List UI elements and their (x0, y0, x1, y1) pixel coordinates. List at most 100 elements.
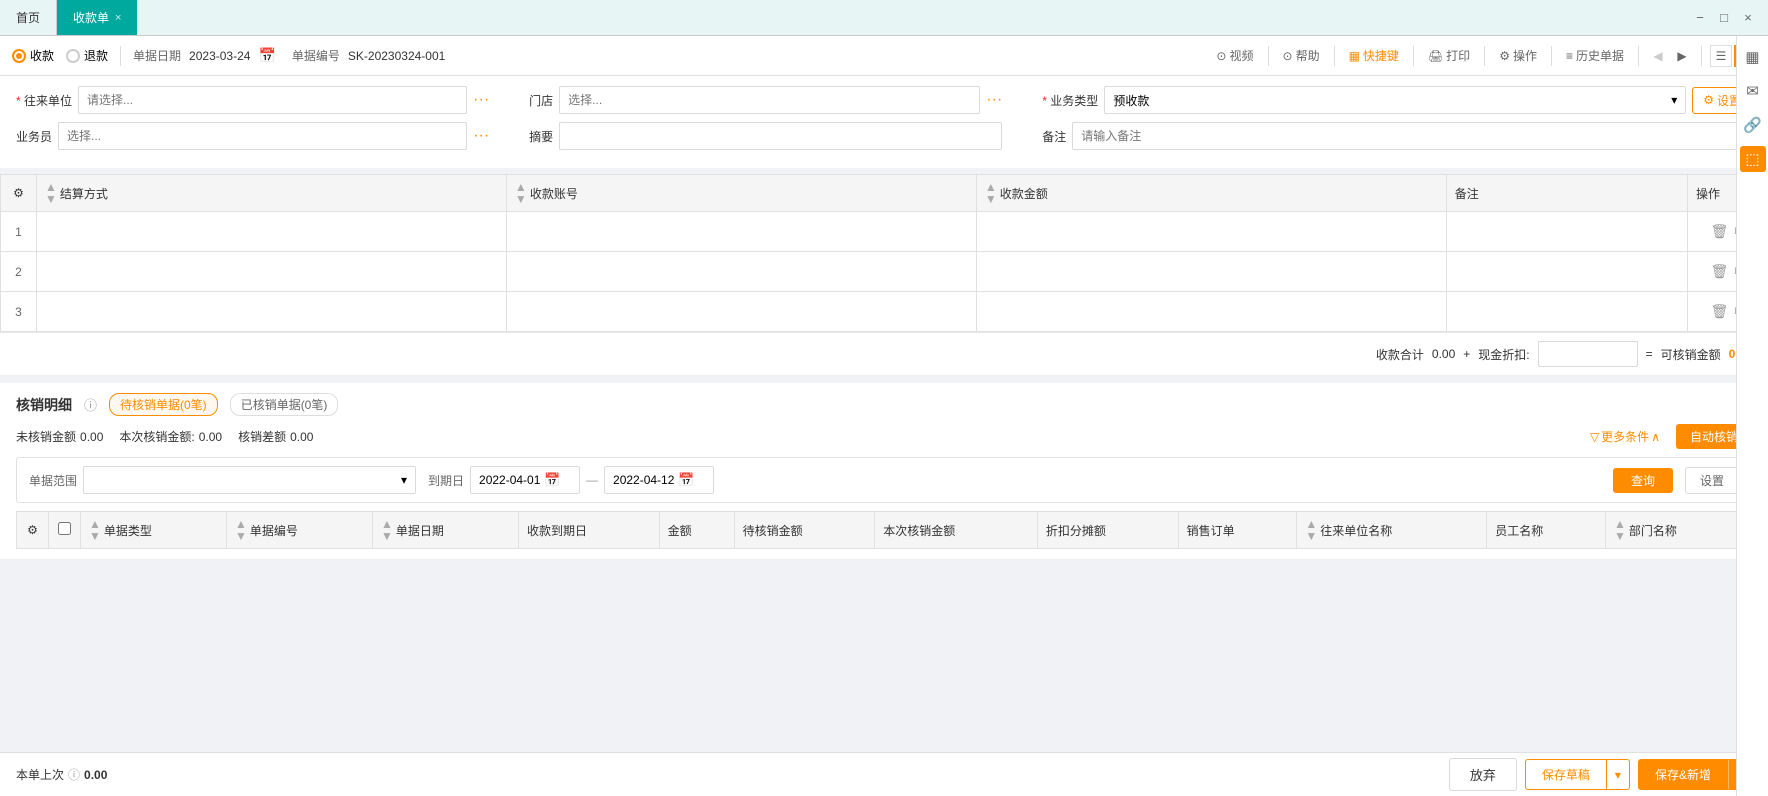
partner-input[interactable] (78, 86, 467, 114)
th-staff-name: 员工名称 (1487, 512, 1606, 549)
done-tab[interactable]: 已核销单据(0笔) (230, 393, 339, 416)
row-num-2: 2 (1, 252, 37, 292)
date-from-input[interactable]: 2022-04-01 📅 (470, 466, 580, 494)
filter-settings-btn[interactable]: 设置 (1685, 467, 1739, 494)
due-date-label: 到期日 (428, 472, 464, 489)
cell-account-2[interactable] (506, 252, 976, 292)
staff-input[interactable] (58, 122, 467, 150)
sidebar-email-icon[interactable]: ✉ (1740, 78, 1766, 104)
th-doc-type: ▲▼ 单据类型 (81, 512, 227, 549)
footer: 本单上次 ⓘ 0.00 放弃 保存草稿 ▾ 保存&新增 ▾ (0, 752, 1768, 796)
cal-icon-to: 📅 (678, 472, 694, 488)
tab-close-icon[interactable]: × (115, 12, 121, 24)
sidebar-table-icon[interactable]: ▦ (1740, 44, 1766, 70)
help-icon: ⊙ (1283, 49, 1293, 63)
staff-more-icon[interactable]: ··· (473, 128, 489, 144)
range-label: 单据范围 (29, 472, 77, 489)
store-more-icon[interactable]: ··· (986, 92, 1002, 108)
delete-icon-1[interactable]: 🗑 (1711, 223, 1729, 240)
range-arrow-icon: ▾ (401, 473, 407, 487)
discount-input[interactable] (1538, 341, 1638, 367)
operation-btn[interactable]: ⚙ 操作 (1493, 45, 1543, 66)
date-value: 2023-03-24 (189, 49, 250, 63)
discard-btn[interactable]: 放弃 (1449, 758, 1517, 791)
cell-amount-2[interactable] (976, 252, 1446, 292)
toolbar: 收款 退款 单据日期 2023-03-24 📅 单据编号 SK-20230324… (0, 36, 1768, 76)
save-btn[interactable]: 保存&新增 (1638, 759, 1728, 790)
plus-sign: + (1463, 347, 1470, 361)
discount-label: 现金折扣: (1478, 346, 1529, 363)
note-input[interactable] (1072, 122, 1752, 150)
print-btn[interactable]: 🖨 打印 (1422, 45, 1476, 66)
calendar-icon[interactable]: 📅 (258, 47, 275, 64)
cell-account-3[interactable] (506, 292, 976, 332)
help-btn[interactable]: ⊙ 帮助 (1277, 45, 1326, 66)
diff-stat: 核销差额 0.00 (238, 428, 313, 445)
query-btn[interactable]: 查询 (1613, 468, 1673, 493)
th-account: ▲▼ 收款账号 (506, 175, 976, 212)
nav-prev-btn[interactable]: ◀ (1647, 45, 1669, 67)
tab-home[interactable]: 首页 (0, 0, 57, 35)
cell-account-1[interactable] (506, 212, 976, 252)
sidebar-link-icon[interactable]: 🔗 (1740, 112, 1766, 138)
biztype-select[interactable]: 预收款 ▾ (1104, 86, 1686, 114)
main-table-area: ⚙ ▲▼ 结算方式 ▲▼ 收款账号 (0, 174, 1768, 375)
cell-settlement-3[interactable] (37, 292, 507, 332)
date-to-value: 2022-04-12 (613, 473, 674, 487)
video-btn[interactable]: ⊙ 视频 (1210, 45, 1259, 66)
window-maximize[interactable]: □ (1716, 10, 1732, 26)
cell-note-3[interactable] (1446, 292, 1687, 332)
verify-section: 核销明细 ⓘ 待核销单据(0笔) 已核销单据(0笔) 未核销金额 0.00 本次… (0, 383, 1768, 559)
tab-current[interactable]: 收款单 × (57, 0, 137, 35)
draft-arrow-btn[interactable]: ▾ (1607, 759, 1630, 790)
cal-icon-from: 📅 (544, 472, 560, 488)
this-order-value: 0.00 (84, 768, 107, 782)
draft-btn[interactable]: 保存草稿 (1525, 759, 1607, 790)
shortcut-btn[interactable]: ▦ 快捷键 (1343, 45, 1405, 66)
delete-icon-2[interactable]: 🗑 (1711, 263, 1729, 280)
cell-settlement-2[interactable] (37, 252, 507, 292)
cell-note-1[interactable] (1446, 212, 1687, 252)
window-close[interactable]: × (1740, 10, 1756, 26)
pending-tab[interactable]: 待核销单据(0笔) (109, 393, 218, 416)
delete-icon-3[interactable]: 🗑 (1711, 303, 1729, 320)
table-settings-icon[interactable]: ⚙ (1, 175, 37, 212)
bottom-table: ⚙ ▲▼ 单据类型 ▲▼ 单据编号 (16, 511, 1752, 549)
form-row-2: 业务员 ··· 摘要 备注 (16, 122, 1752, 150)
store-input[interactable] (559, 86, 980, 114)
th-sale-order: 销售订单 (1178, 512, 1297, 549)
cell-note-2[interactable] (1446, 252, 1687, 292)
section-break (0, 375, 1768, 383)
more-conditions-btn[interactable]: ▽ 更多条件 ∧ (1590, 428, 1660, 445)
staff-col: 业务员 ··· (16, 122, 489, 150)
bottom-table-settings-icon[interactable]: ⚙ (17, 512, 49, 549)
verify-info-icon[interactable]: ⓘ (84, 395, 97, 414)
view-list-btn[interactable]: ☰ (1710, 45, 1732, 67)
store-col: 门店 ··· (529, 86, 1002, 114)
select-all-checkbox[interactable] (58, 522, 71, 535)
nav-next-btn[interactable]: ▶ (1671, 45, 1693, 67)
radio-receipt[interactable]: 收款 (12, 47, 54, 64)
cell-settlement-1[interactable] (37, 212, 507, 252)
staff-label: 业务员 (16, 128, 52, 145)
draft-btn-group: 保存草稿 ▾ (1525, 759, 1630, 790)
date-to-input[interactable]: 2022-04-12 📅 (604, 466, 714, 494)
window-minimize[interactable]: − (1692, 10, 1708, 26)
cell-amount-1[interactable] (976, 212, 1446, 252)
cell-amount-3[interactable] (976, 292, 1446, 332)
receipt-type-group: 收款 退款 (12, 47, 108, 64)
range-select[interactable]: ▾ (83, 466, 416, 494)
radio-refund[interactable]: 退款 (66, 47, 108, 64)
tab-current-label: 收款单 (73, 9, 109, 26)
number-value: SK-20230324-001 (348, 49, 445, 63)
date-label: 单据日期 (133, 47, 181, 64)
partner-more-icon[interactable]: ··· (473, 92, 489, 108)
save-btn-group: 保存&新增 ▾ (1638, 759, 1752, 790)
footer-actions: 放弃 保存草稿 ▾ 保存&新增 ▾ (1449, 758, 1752, 791)
date-from-value: 2022-04-01 (479, 473, 540, 487)
summary-input[interactable] (559, 122, 1002, 150)
history-btn[interactable]: ≡ 历史单据 (1560, 45, 1630, 66)
sidebar-image-icon[interactable]: ⬚ (1740, 146, 1766, 172)
tab-home-label: 首页 (16, 9, 40, 26)
bottom-table-checkbox-th[interactable] (49, 512, 81, 549)
